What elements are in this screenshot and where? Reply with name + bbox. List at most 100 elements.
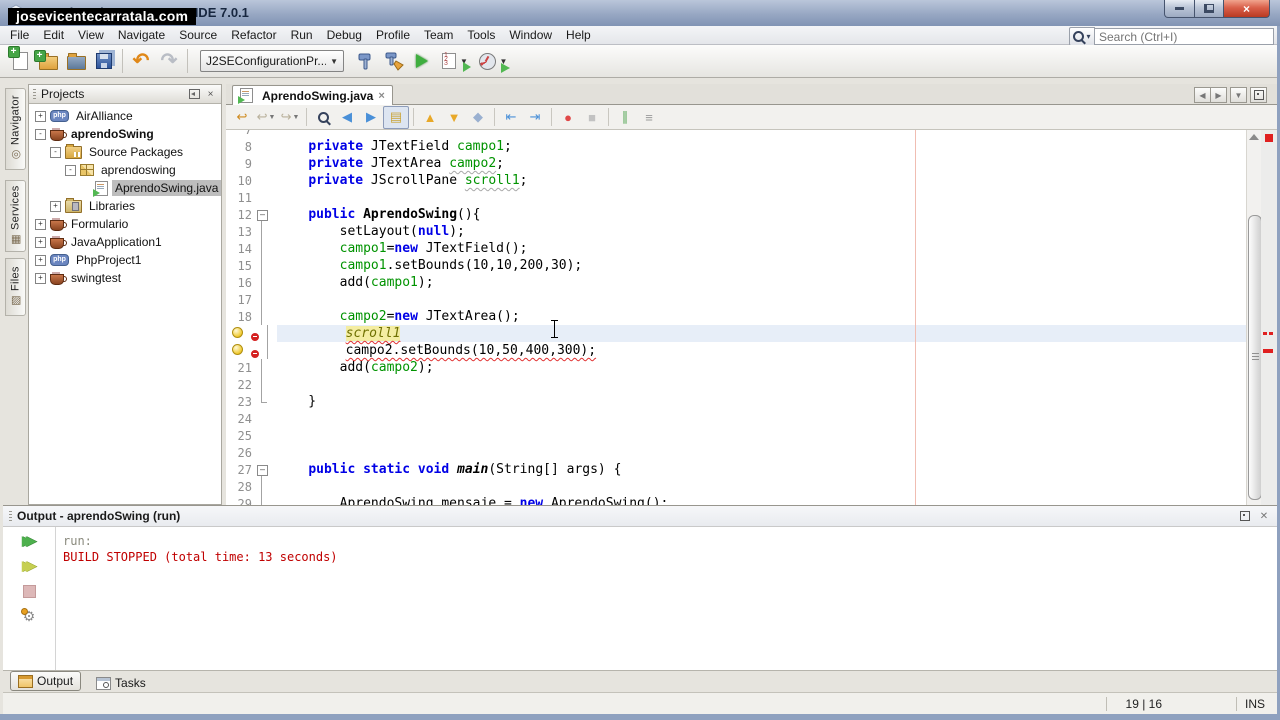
profile-button[interactable]: ▼ <box>474 47 512 75</box>
sidebar-tab-files[interactable]: ▧ Files <box>5 258 26 316</box>
close-panel-button[interactable]: × <box>204 88 217 100</box>
last-edit-position-button[interactable]: ↩ <box>230 107 254 128</box>
tree-item[interactable]: + php AirAlliance <box>29 107 221 125</box>
error-stripe-global-mark[interactable] <box>1265 134 1273 142</box>
find-button[interactable] <box>311 107 335 128</box>
code-line[interactable]: 22 <box>226 376 1246 393</box>
menu-file[interactable]: File <box>3 27 36 43</box>
menu-tools[interactable]: Tools <box>460 27 502 43</box>
tab-close-icon[interactable]: × <box>378 90 384 102</box>
tree-item[interactable]: + swingtest <box>29 269 221 287</box>
tree-item[interactable]: + php PhpProject1 <box>29 251 221 269</box>
open-project-button[interactable] <box>62 47 90 75</box>
close-button[interactable]: × <box>1223 0 1270 18</box>
new-project-button[interactable] <box>33 47 62 75</box>
rerun-with-params-button[interactable]: ▶▶ <box>17 555 41 577</box>
new-file-button[interactable] <box>6 46 34 75</box>
toggle-highlight-button[interactable]: ▤ <box>383 105 409 129</box>
menu-team[interactable]: Team <box>417 27 460 43</box>
code-line[interactable]: 11 <box>226 189 1246 206</box>
menu-help[interactable]: Help <box>559 27 598 43</box>
fold-margin[interactable]: – <box>252 461 271 478</box>
next-occurrence-button[interactable]: ▶ <box>359 107 383 128</box>
code-line[interactable]: scroll1 <box>226 325 1246 342</box>
code-line[interactable]: 8 private JTextField campo1; <box>226 138 1246 155</box>
error-stripe-mark[interactable] <box>1269 332 1273 335</box>
sidebar-tab-services[interactable]: ▦ Services <box>5 180 26 252</box>
menu-navigate[interactable]: Navigate <box>111 27 172 43</box>
fold-margin[interactable]: – <box>252 206 271 223</box>
redo-button[interactable]: ↷ <box>155 47 183 75</box>
code-line[interactable]: 13 setLayout(null); <box>226 223 1246 240</box>
expand-toggle-icon[interactable]: + <box>35 218 46 230</box>
editor-tab-aprendoswing[interactable]: AprendoSwing.java × <box>232 85 393 105</box>
code-line[interactable]: 23 } <box>226 393 1246 410</box>
uncomment-button[interactable]: ≡ <box>637 107 661 128</box>
tree-item[interactable]: + Formulario <box>29 215 221 233</box>
start-macro-recording-button[interactable]: ● <box>556 107 580 128</box>
clean-and-build-button[interactable] <box>380 47 408 75</box>
tree-item[interactable]: + JavaApplication1 <box>29 233 221 251</box>
expand-toggle-icon[interactable]: + <box>50 200 61 212</box>
code-line[interactable]: 9 private JTextArea campo2; <box>226 155 1246 172</box>
panel-drag-handle[interactable] <box>33 88 36 100</box>
collapse-toggle-icon[interactable]: - <box>35 128 46 140</box>
debug-button[interactable]: 123 ▼ <box>436 47 474 75</box>
collapse-toggle-icon[interactable]: - <box>50 146 61 158</box>
error-stripe-mark[interactable] <box>1263 332 1267 335</box>
code-line[interactable]: 18 campo2=new JTextArea(); <box>226 308 1246 325</box>
code-line[interactable]: 27– public static void main(String[] arg… <box>226 461 1246 478</box>
scrollbar-thumb[interactable] <box>1248 215 1262 500</box>
forward-button[interactable]: ↪ ▼ <box>278 107 302 128</box>
panel-drag-handle[interactable] <box>9 510 12 522</box>
code-line[interactable]: 24 <box>226 410 1246 427</box>
previous-occurrence-button[interactable]: ◀ <box>335 107 359 128</box>
editor-vertical-scrollbar[interactable] <box>1246 130 1262 505</box>
tree-item[interactable]: - Source Packages <box>29 143 221 161</box>
comment-button[interactable]: ∥ <box>613 107 637 128</box>
menu-edit[interactable]: Edit <box>36 27 71 43</box>
menu-refactor[interactable]: Refactor <box>224 27 283 43</box>
menu-view[interactable]: View <box>71 27 111 43</box>
rerun-button[interactable]: ▶▶ <box>17 530 41 552</box>
search-icon[interactable]: ▾ <box>1069 27 1095 46</box>
scrollbar-up-arrow-icon[interactable] <box>1249 134 1259 140</box>
menu-debug[interactable]: Debug <box>320 27 369 43</box>
ant-settings-button[interactable]: ⚙ <box>17 605 41 627</box>
tree-item[interactable]: - aprendoswing <box>29 161 221 179</box>
code-editor[interactable]: 78 private JTextField campo1;9 private J… <box>226 130 1246 505</box>
scroll-tabs-right-button[interactable]: ▶ <box>1210 87 1227 103</box>
code-line[interactable]: 12– public AprendoSwing(){ <box>226 206 1246 223</box>
error-stripe-mark[interactable] <box>1263 349 1273 353</box>
code-line[interactable]: campo2.setBounds(10,50,400,300); <box>226 342 1246 359</box>
build-button[interactable] <box>352 47 380 75</box>
code-line[interactable]: 7 <box>226 130 1246 138</box>
stop-macro-recording-button[interactable]: ■ <box>580 107 604 128</box>
code-line[interactable]: 17 <box>226 291 1246 308</box>
run-configuration-select[interactable]: J2SEConfigurationPr... ▼ <box>200 50 344 72</box>
toggle-bookmark-button[interactable]: ◆ <box>466 107 490 128</box>
search-input[interactable] <box>1095 28 1274 45</box>
maximize-output-button[interactable] <box>1238 510 1252 522</box>
maximize-editor-button[interactable] <box>1250 87 1267 103</box>
code-line[interactable]: 26 <box>226 444 1246 461</box>
code-line[interactable]: 21 add(campo2); <box>226 359 1246 376</box>
scroll-tabs-left-button[interactable]: ◀ <box>1194 87 1211 103</box>
code-line[interactable]: 15 campo1.setBounds(10,10,200,30); <box>226 257 1246 274</box>
close-output-button[interactable]: ✕ <box>1257 510 1271 522</box>
bottom-tab-tasks[interactable]: Tasks <box>89 674 153 692</box>
back-button[interactable]: ↩ ▼ <box>254 107 278 128</box>
expand-toggle-icon[interactable]: + <box>35 272 46 284</box>
code-line[interactable]: 14 campo1=new JTextField(); <box>226 240 1246 257</box>
expand-toggle-icon[interactable]: + <box>35 254 46 266</box>
bottom-tab-output[interactable]: Output <box>10 671 82 691</box>
code-line[interactable]: 25 <box>226 427 1246 444</box>
run-button[interactable] <box>408 47 436 75</box>
code-line[interactable]: 16 add(campo1); <box>226 274 1246 291</box>
restore-button[interactable] <box>1194 0 1224 18</box>
sidebar-tab-navigator[interactable]: ◎ Navigator <box>5 88 26 170</box>
tree-item[interactable]: - aprendoSwing <box>29 125 221 143</box>
error-hint-icon[interactable] <box>232 344 260 359</box>
next-bookmark-button[interactable]: ▼ <box>442 107 466 128</box>
shift-left-button[interactable]: ⇤ <box>499 107 523 128</box>
